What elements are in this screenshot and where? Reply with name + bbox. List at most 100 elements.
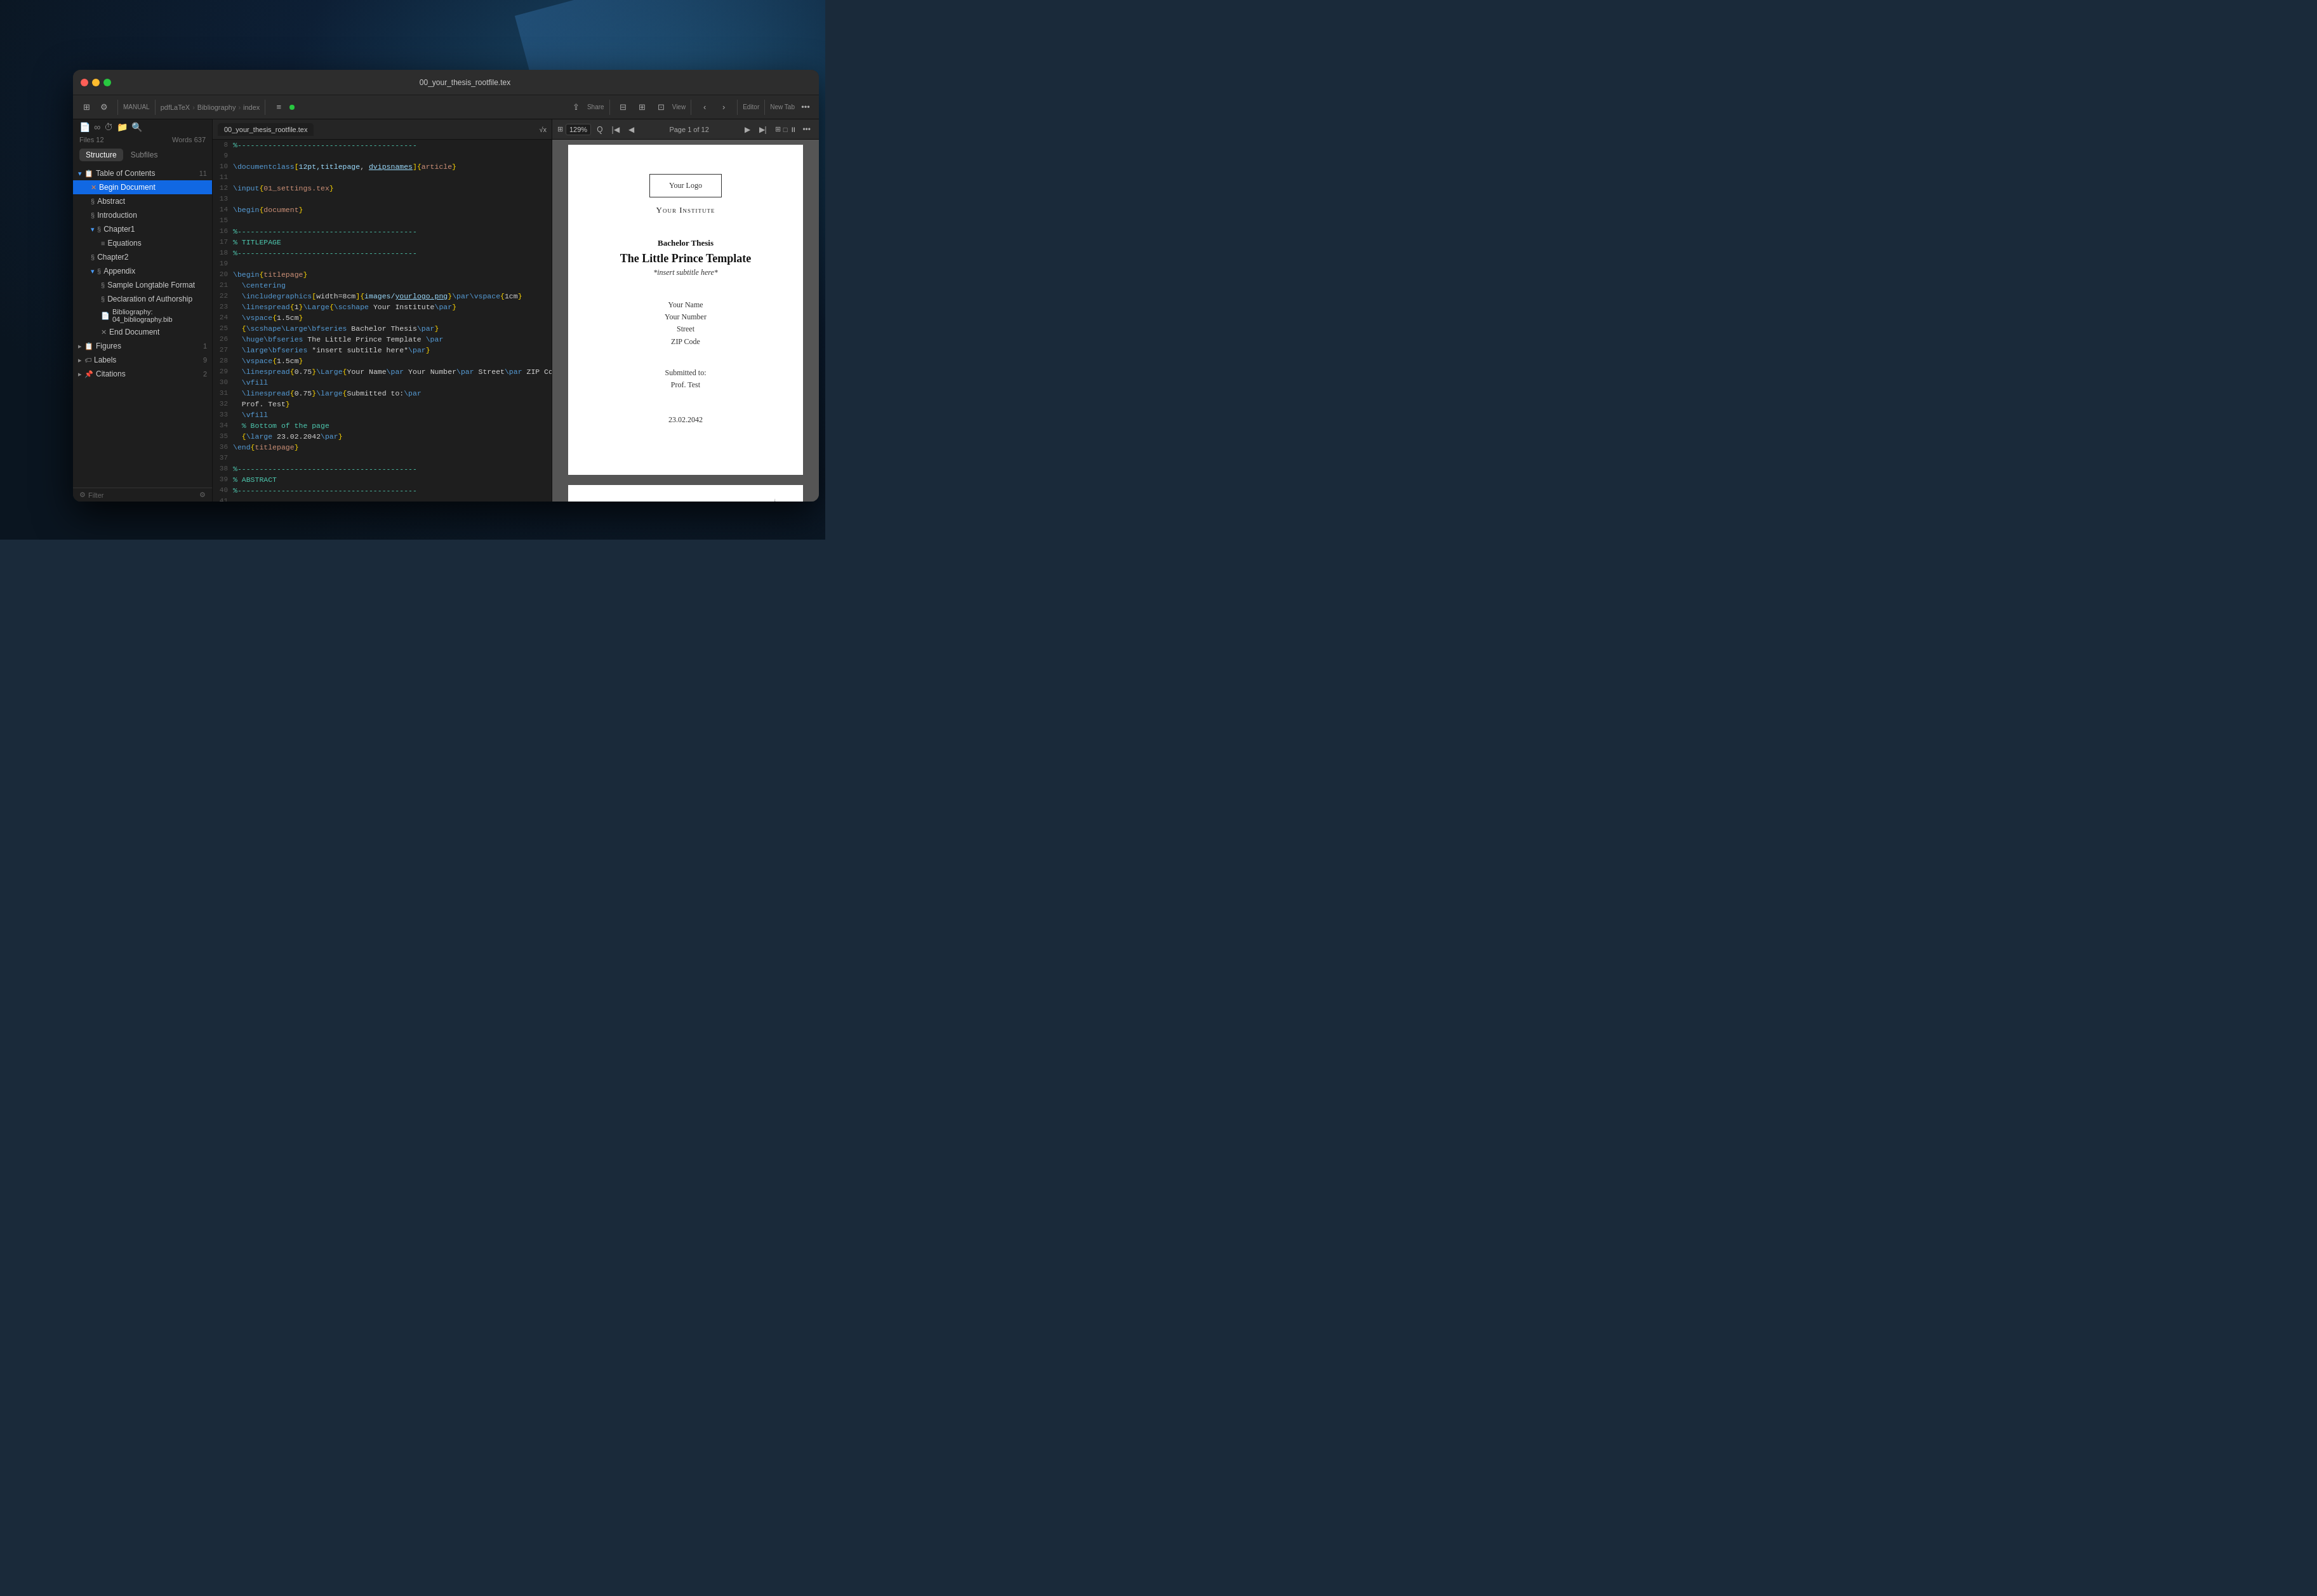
pdf-prof: Prof. Test — [671, 380, 700, 389]
code-line-10: 10 \documentclass[12pt,titlepage, dvipsn… — [213, 161, 552, 172]
bc-bibliography[interactable]: Bibliography — [197, 103, 236, 111]
sidebar-toggle-btn[interactable]: ⊞ — [78, 99, 95, 116]
tree-item-begin-doc[interactable]: ✕ Begin Document — [73, 180, 212, 194]
tree-item-intro[interactable]: § Introduction — [73, 208, 212, 222]
close-button[interactable] — [81, 79, 88, 86]
tree-item-longtable[interactable]: § Sample Longtable Format — [73, 278, 212, 292]
folder-icon[interactable]: 📁 — [117, 122, 128, 132]
tree-item-eq[interactable]: ≡ Equations — [73, 236, 212, 250]
ch2-icon: § — [91, 253, 95, 261]
share-btn[interactable]: ⇪ — [568, 99, 585, 116]
appendix-label: Appendix — [103, 267, 135, 276]
pdf-last-page[interactable]: ▶| — [756, 124, 770, 135]
status-indicator — [289, 105, 295, 110]
code-line-25: 25 {\scshape\Large\bfseries Bachelor The… — [213, 323, 552, 334]
pdf-info: Your Name Your Number Street ZIP Code — [665, 299, 707, 348]
code-line-37: 37 — [213, 453, 552, 463]
code-line-21: 21 \centering — [213, 280, 552, 291]
nav-back-btn[interactable]: ‹ — [696, 99, 713, 116]
pdf-street: Street — [677, 324, 694, 333]
files-icon[interactable]: 📄 — [79, 122, 90, 132]
nav-fwd-btn[interactable]: › — [715, 99, 732, 116]
abstract-label: Abstract — [97, 197, 125, 206]
view-btn[interactable]: ⊟ — [615, 99, 632, 116]
citations-label: Citations — [96, 369, 126, 378]
end-doc-label: End Document — [109, 328, 159, 336]
pdf-more-btn[interactable]: ••• — [799, 124, 814, 135]
pdf-single-icon: □ — [783, 126, 788, 133]
tree-item-citations[interactable]: ▸ 📌 Citations 2 — [73, 367, 212, 381]
manual-label: MANUAL — [123, 103, 150, 110]
figures-expand-icon: ▸ — [78, 342, 82, 350]
pdf-institute: Your Institute — [656, 205, 715, 215]
editor-tab[interactable]: 00_your_thesis_rootfile.tex — [218, 123, 314, 136]
pdf-area: ⊞ 129% Q |◀ ◀ Page 1 of 12 ▶ ▶| ⊞ □ ⏸ ••… — [552, 119, 819, 502]
code-line-18: 18 %------------------------------------… — [213, 248, 552, 258]
labels-badge: 9 — [203, 356, 207, 364]
more-btn[interactable]: ••• — [797, 99, 814, 116]
toolbar-divider-4 — [609, 100, 610, 115]
labels-folder-icon: 🏷 — [84, 356, 91, 364]
tab-structure[interactable]: Structure — [79, 149, 123, 161]
search-icon[interactable]: 🔍 — [131, 122, 142, 132]
pdf-page-1: Your Logo Your Institute Bachelor Thesis… — [568, 145, 803, 475]
pdf-page-num: i — [590, 498, 781, 502]
pdf-grid-icon: ⊞ — [557, 125, 563, 133]
section-icon-intro: § — [91, 211, 95, 219]
sidebar-icons: 📄 ∞ ⏱ 📁 🔍 — [73, 119, 212, 135]
pdf-zoom[interactable]: 129% — [566, 124, 591, 135]
tab-subfiles[interactable]: Subfiles — [124, 149, 164, 161]
bc-engine[interactable]: pdfLaTeX — [161, 103, 190, 111]
code-line-36: 36 \end{titlepage} — [213, 442, 552, 453]
minimize-button[interactable] — [92, 79, 100, 86]
pdf-submitted-to: Submitted to: — [665, 368, 706, 377]
window-title: 00_your_thesis_rootfile.tex — [119, 78, 811, 87]
pdf-subtitle: *insert subtitle here* — [653, 268, 718, 277]
code-line-40: 40 %------------------------------------… — [213, 485, 552, 496]
pdf-first-page[interactable]: |◀ — [608, 124, 622, 135]
begin-doc-label: Begin Document — [99, 183, 156, 192]
tree-item-figures[interactable]: ▸ 📋 Figures 1 — [73, 339, 212, 353]
tree-item-end-doc[interactable]: ✕ End Document — [73, 325, 212, 339]
figures-label: Figures — [96, 342, 121, 350]
editor-area: 00_your_thesis_rootfile.tex √x 8 %------… — [213, 119, 552, 502]
tree-item-ch1[interactable]: ▾ § Chapter1 — [73, 222, 212, 236]
view-btn2[interactable]: ⊞ — [634, 99, 651, 116]
citations-badge: 2 — [203, 370, 207, 378]
editor-content[interactable]: 8 %-------------------------------------… — [213, 140, 552, 502]
tree-item-abstract[interactable]: § Abstract — [73, 194, 212, 208]
filter-section: ⚙ Filter — [79, 491, 103, 499]
typeset-btn[interactable]: ⚙ — [96, 99, 112, 116]
code-line-20: 20 \begin{titlepage} — [213, 269, 552, 280]
bars-icon[interactable]: ≡ — [270, 99, 287, 116]
sidebar-tabs: Structure Subfiles — [73, 146, 212, 164]
pdf-next-page[interactable]: ▶ — [741, 124, 754, 135]
pdf-prev-page[interactable]: ◀ — [625, 124, 637, 135]
code-line-24: 24 \vspace{1.5cm} — [213, 312, 552, 323]
toolbar-left: ⊞ ⚙ — [78, 99, 112, 116]
code-line-29: 29 \linespread{0.75}\Large{Your Name\par… — [213, 366, 552, 377]
infinity-icon[interactable]: ∞ — [94, 122, 100, 132]
declaration-label: Declaration of Authorship — [107, 295, 192, 303]
history-icon[interactable]: ⏱ — [104, 122, 113, 132]
tree-item-bibliography[interactable]: 📄 Bibliography: 04_bibliography.bib — [73, 306, 212, 325]
tree-item-ch2[interactable]: § Chapter2 — [73, 250, 212, 264]
fullscreen-button[interactable] — [103, 79, 111, 86]
pdf-zoom-out[interactable]: Q — [594, 124, 606, 135]
tree-item-toc[interactable]: ▾ 📋 Table of Contents 11 — [73, 166, 212, 180]
tree-item-appendix[interactable]: ▾ § Appendix — [73, 264, 212, 278]
ch2-label: Chapter2 — [97, 253, 128, 262]
new-tab-label: New Tab — [770, 103, 795, 110]
bc-index[interactable]: index — [243, 103, 260, 111]
tree-item-declaration[interactable]: § Declaration of Authorship — [73, 292, 212, 306]
pdf-content[interactable]: Your Logo Your Institute Bachelor Thesis… — [552, 140, 819, 502]
code-line-13: 13 — [213, 194, 552, 204]
ch1-expand-icon: ▾ — [91, 225, 95, 234]
settings-icon[interactable]: ⚙ — [199, 491, 206, 499]
pdf-toolbar: ⊞ 129% Q |◀ ◀ Page 1 of 12 ▶ ▶| ⊞ □ ⏸ ••… — [552, 119, 819, 140]
code-line-23: 23 \linespread{1}\Large{\scshape Your In… — [213, 302, 552, 312]
tree-item-labels[interactable]: ▸ 🏷 Labels 9 — [73, 353, 212, 367]
code-line-9: 9 — [213, 150, 552, 161]
view-btn3[interactable]: ⊡ — [653, 99, 670, 116]
editor-tab-bar: 00_your_thesis_rootfile.tex √x — [213, 119, 552, 140]
